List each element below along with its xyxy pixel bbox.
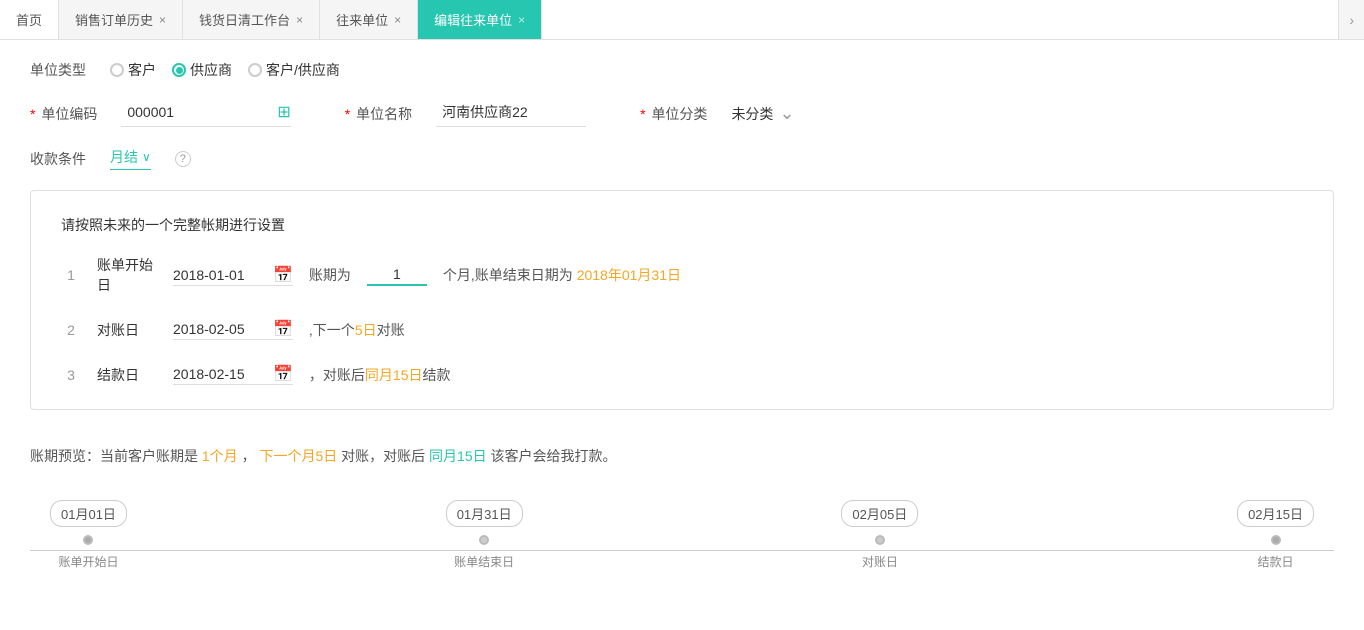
period-row-3: 3 结款日 📅 ，对账后同月15日结款 <box>61 364 1303 385</box>
timeline-point-3: 02月15日 结款日 <box>1237 500 1314 570</box>
main-content: 单位类型 客户 供应商 客户/供应商 * 单位编码 ⊞ * <box>0 40 1364 630</box>
timeline-label-1: 账单结束日 <box>454 553 514 570</box>
period-field-label-2: 对账日 <box>97 320 157 340</box>
radio-supplier[interactable]: 供应商 <box>172 60 232 80</box>
unit-category-value: 未分类 <box>731 104 773 124</box>
unit-name-input[interactable] <box>436 100 586 124</box>
tab-edit-partner[interactable]: 编辑往来单位 × <box>418 0 542 39</box>
tab-more-arrow[interactable]: › <box>1338 0 1364 39</box>
tab-cash-work[interactable]: 钱货日清工作台 × <box>183 0 320 39</box>
preview-highlight-2: 下一个月5日 <box>259 448 337 464</box>
timeline-point-0: 01月01日 账单开始日 <box>50 500 127 570</box>
period-title: 请按照未来的一个完整帐期进行设置 <box>61 215 1303 235</box>
payment-condition-row: 收款条件 月结 ∨ ? <box>30 147 1334 170</box>
timeline-points: 01月01日 账单开始日 01月31日 账单结束日 02月05日 对账日 02月… <box>50 500 1314 570</box>
timeline-dot-2 <box>875 535 885 545</box>
timeline-point-2: 02月05日 对账日 <box>841 500 918 570</box>
unit-type-radio-group: 客户 供应商 客户/供应商 <box>110 60 340 80</box>
radio-customer[interactable]: 客户 <box>110 60 156 80</box>
radio-both[interactable]: 客户/供应商 <box>248 60 340 80</box>
tab-close-cash-work[interactable]: × <box>296 13 303 27</box>
timeline-badge-0: 01月01日 <box>50 500 127 527</box>
period-label-1: 账期为 <box>309 265 351 285</box>
chevron-down-icon: ⌄ <box>779 103 794 124</box>
help-icon[interactable]: ? <box>175 151 191 167</box>
period-date-value-3[interactable] <box>173 366 263 382</box>
period-num-2: 2 <box>61 322 81 338</box>
copy-icon[interactable]: ⊞ <box>277 102 290 122</box>
preview-highlight-3: 同月15日 <box>429 448 487 464</box>
unit-code-input-wrapper: ⊞ <box>121 100 290 127</box>
timeline-badge-3: 02月15日 <box>1237 500 1314 527</box>
period-field-label-3: 结款日 <box>97 365 157 385</box>
calendar-icon-1[interactable]: 📅 <box>273 265 293 285</box>
payment-condition-label: 收款条件 <box>30 149 86 169</box>
tab-home[interactable]: 首页 <box>0 0 59 39</box>
period-row-1: 1 账单开始日 📅 账期为 个月,账单结束日期为 2018年01月31日 <box>61 255 1303 295</box>
period-date-value-1[interactable] <box>173 267 263 283</box>
chevron-down-icon-payment: ∨ <box>142 150 151 164</box>
radio-circle-supplier <box>172 63 186 77</box>
period-num-3: 3 <box>61 367 81 383</box>
payment-condition-select[interactable]: 月结 ∨ <box>110 147 151 170</box>
timeline-label-0: 账单开始日 <box>58 553 118 570</box>
period-date-input-2: 📅 <box>173 319 293 340</box>
period-desc-2: ,下一个5日对账 <box>309 320 405 340</box>
unit-code-input[interactable] <box>121 100 271 124</box>
period-months-input[interactable] <box>367 264 427 286</box>
calendar-icon-3[interactable]: 📅 <box>273 364 293 384</box>
preview-section: 账期预览：当前客户账期是 1个月 ， 下一个月5日 对账，对账后 同月15日 该… <box>30 430 1334 610</box>
period-unit-1: 个月,账单结束日期为 2018年01月31日 <box>443 265 681 285</box>
chevron-right-icon: › <box>1349 12 1354 28</box>
period-desc-3: ，对账后同月15日结款 <box>309 365 451 385</box>
period-date-input-1: 📅 <box>173 265 293 286</box>
timeline-point-1: 01月31日 账单结束日 <box>446 500 523 570</box>
unit-category-label: * 单位分类 <box>640 104 707 124</box>
period-end-date: 2018年01月31日 <box>577 267 681 283</box>
radio-circle-customer <box>110 63 124 77</box>
calendar-icon-2[interactable]: 📅 <box>273 319 293 339</box>
unit-code-label: * 单位编码 <box>30 104 97 124</box>
tab-sales-history[interactable]: 销售订单历史 × <box>59 0 183 39</box>
unit-type-label: 单位类型 <box>30 60 86 80</box>
timeline-badge-1: 01月31日 <box>446 500 523 527</box>
tab-close-edit-partner[interactable]: × <box>518 13 525 27</box>
unit-type-row: 单位类型 客户 供应商 客户/供应商 <box>30 60 1334 80</box>
period-num-1: 1 <box>61 267 81 283</box>
tab-close-sales-history[interactable]: × <box>159 13 166 27</box>
period-box: 请按照未来的一个完整帐期进行设置 1 账单开始日 📅 账期为 个月,账单结束日期… <box>30 190 1334 410</box>
timeline-label-3: 结款日 <box>1258 553 1294 570</box>
tab-close-partner[interactable]: × <box>394 13 401 27</box>
period-row-2: 2 对账日 📅 ,下一个5日对账 <box>61 319 1303 340</box>
unit-info-row: * 单位编码 ⊞ * 单位名称 * 单位分类 未分类 ⌄ <box>30 100 1334 127</box>
payment-condition-value: 月结 <box>110 147 138 167</box>
timeline-badge-2: 02月05日 <box>841 500 918 527</box>
period-field-label-1: 账单开始日 <box>97 255 157 295</box>
unit-category-select[interactable]: 未分类 ⌄ <box>731 103 794 124</box>
preview-highlight-1: 1个月 <box>202 448 238 464</box>
preview-text: 账期预览：当前客户账期是 1个月 ， 下一个月5日 对账，对账后 同月15日 该… <box>30 446 1334 466</box>
period-date-input-3: 📅 <box>173 364 293 385</box>
tab-partner[interactable]: 往来单位 × <box>320 0 418 39</box>
unit-name-input-wrapper <box>436 100 586 127</box>
timeline-label-2: 对账日 <box>862 553 898 570</box>
timeline-container: 01月01日 账单开始日 01月31日 账单结束日 02月05日 对账日 02月… <box>30 490 1334 610</box>
tab-bar: 首页 销售订单历史 × 钱货日清工作台 × 往来单位 × 编辑往来单位 × › <box>0 0 1364 40</box>
timeline-dot-1 <box>479 535 489 545</box>
timeline-dot-0 <box>83 535 93 545</box>
radio-circle-both <box>248 63 262 77</box>
period-date-value-2[interactable] <box>173 321 263 337</box>
unit-name-label: * 单位名称 <box>345 104 412 124</box>
timeline-dot-3 <box>1271 535 1281 545</box>
